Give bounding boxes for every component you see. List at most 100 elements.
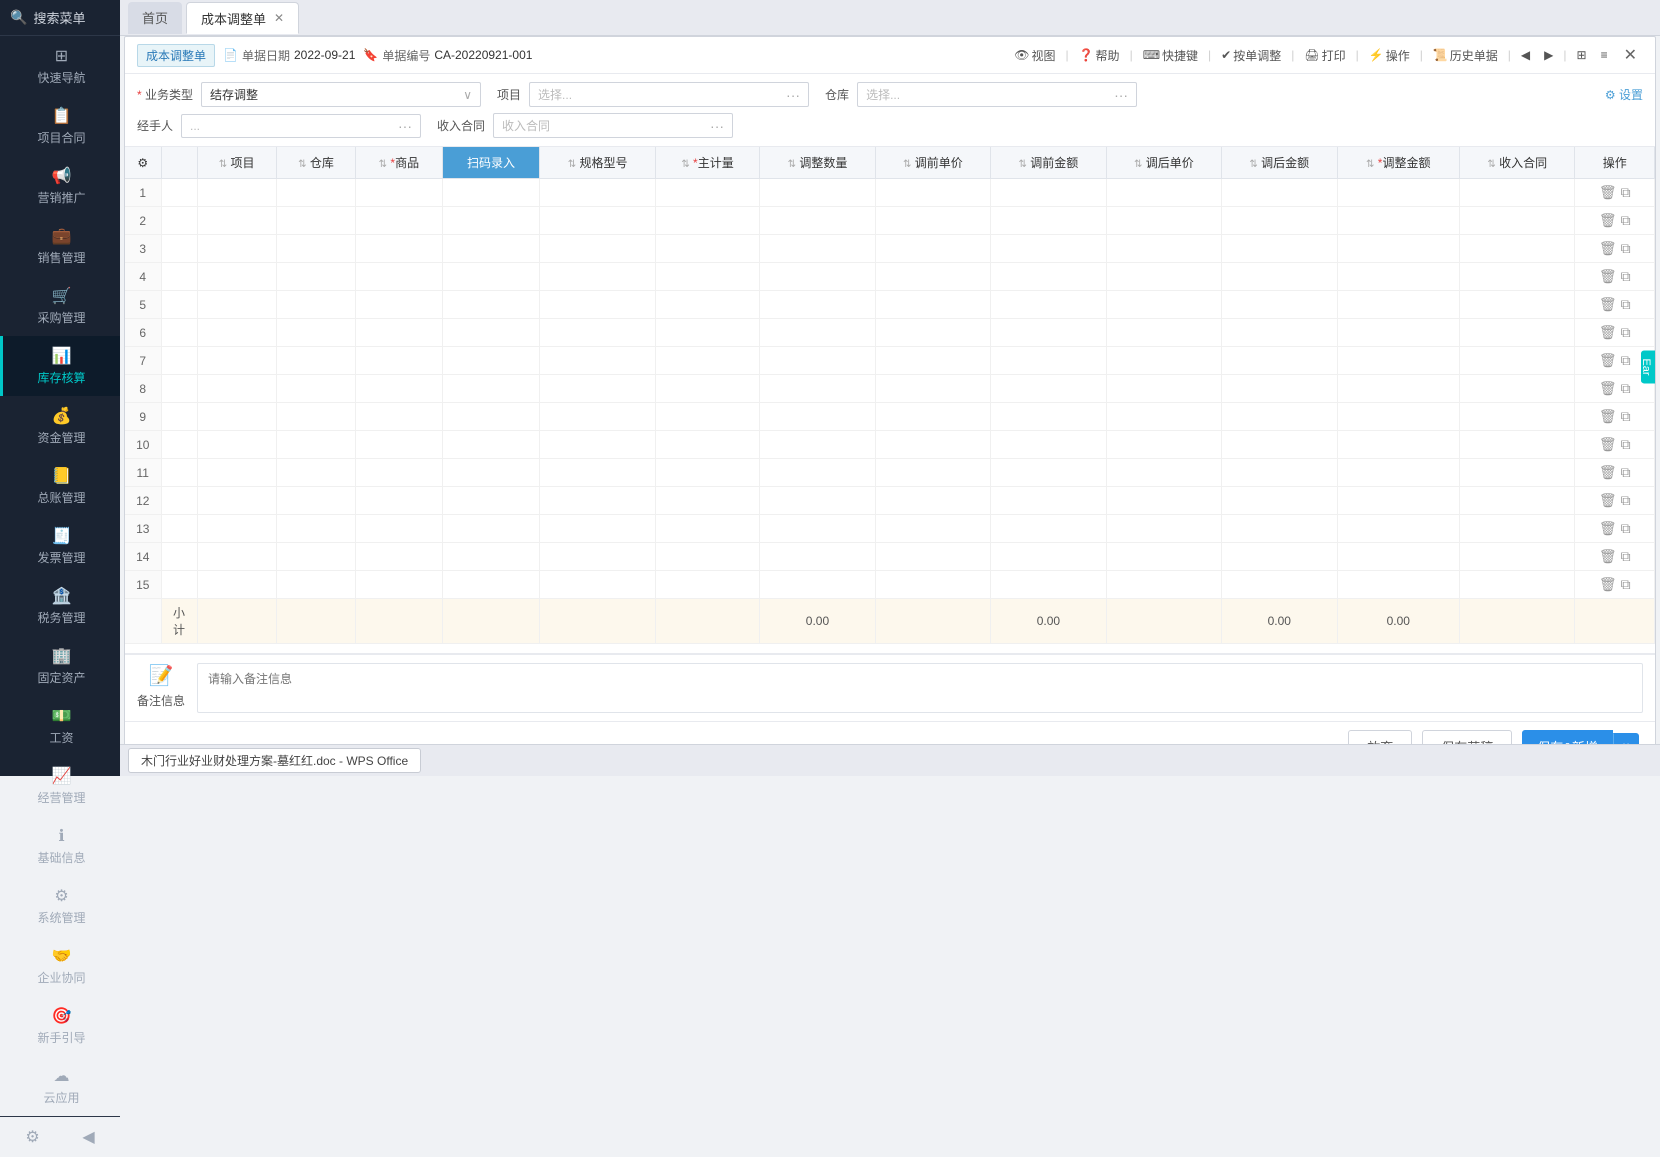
cell[interactable] [1337,487,1459,515]
sidebar-item-ledger-management[interactable]: 📒 总账管理 [0,456,120,516]
cell[interactable] [276,515,355,543]
cell[interactable] [875,235,990,263]
cell[interactable] [1460,319,1575,347]
cell[interactable] [442,347,540,375]
check-adjust-btn[interactable]: ✔ 按单调整 [1217,45,1285,66]
row-actions[interactable]: 🗑⧉ [1575,263,1655,291]
cell[interactable] [655,291,759,319]
cell[interactable] [161,263,197,291]
table-row[interactable]: 4🗑⧉ [125,263,1655,291]
cell[interactable] [1337,403,1459,431]
cell[interactable] [356,207,442,235]
col-product[interactable]: ⇅ *商品 [356,147,442,179]
cell[interactable] [655,375,759,403]
sidebar-item-enterprise-cooperation[interactable]: 🤝 企业协同 [0,936,120,996]
cell[interactable] [540,487,655,515]
delete-row-icon[interactable]: 🗑 [1599,436,1617,452]
cell[interactable] [356,403,442,431]
delete-row-icon[interactable]: 🗑 [1599,548,1617,564]
cell[interactable] [1106,347,1221,375]
copy-row-icon[interactable]: ⧉ [1621,548,1631,564]
cell[interactable] [197,375,276,403]
cell[interactable] [276,459,355,487]
col-pre-amount[interactable]: ⇅ 调前金额 [991,147,1106,179]
cell[interactable] [875,487,990,515]
cell[interactable] [442,263,540,291]
col-spec-type[interactable]: ⇅ 规格型号 [540,147,655,179]
cell[interactable] [875,459,990,487]
cell[interactable] [276,235,355,263]
cell[interactable] [276,431,355,459]
cell[interactable] [760,487,875,515]
cell[interactable] [1460,543,1575,571]
cell[interactable] [1222,487,1337,515]
cell[interactable] [1106,431,1221,459]
cell[interactable] [442,179,540,207]
cell[interactable] [991,459,1106,487]
cell[interactable] [161,403,197,431]
cell[interactable] [1337,543,1459,571]
cell[interactable] [1106,571,1221,599]
row-actions[interactable]: 🗑⧉ [1575,319,1655,347]
cell[interactable] [760,375,875,403]
row-actions[interactable]: 🗑⧉ [1575,515,1655,543]
col-adjust-amount[interactable]: ⇅ *调整金额 [1337,147,1459,179]
cell[interactable] [1337,263,1459,291]
table-row[interactable]: 5🗑⧉ [125,291,1655,319]
taskbar-item[interactable]: 木门行业好业财处理方案-墓红红.doc - WPS Office [128,748,421,773]
cell[interactable] [197,403,276,431]
cell[interactable] [276,207,355,235]
row-actions[interactable]: 🗑⧉ [1575,179,1655,207]
menu-btn[interactable]: ≡ [1597,46,1612,64]
cell[interactable] [875,515,990,543]
cell[interactable] [1337,319,1459,347]
cell[interactable] [760,431,875,459]
cell[interactable] [442,515,540,543]
cell[interactable] [442,291,540,319]
project-input[interactable]: 选择... ··· [529,82,809,107]
cell[interactable] [760,207,875,235]
cell[interactable] [655,319,759,347]
tab-close-icon[interactable]: ✕ [274,11,284,25]
cell[interactable] [1460,179,1575,207]
cell[interactable] [760,291,875,319]
cell[interactable] [655,543,759,571]
table-row[interactable]: 15🗑⧉ [125,571,1655,599]
row-actions[interactable]: 🗑⧉ [1575,571,1655,599]
cell[interactable] [1106,487,1221,515]
settings-bottom-icon[interactable]: ⚙ [25,1127,39,1147]
col-adjust-qty[interactable]: ⇅ 调整数量 [760,147,875,179]
cell[interactable] [1337,207,1459,235]
table-row[interactable]: 3🗑⧉ [125,235,1655,263]
operations-btn[interactable]: ⚡ 操作 [1365,45,1414,66]
nav-prev-btn[interactable]: ◀ [1517,46,1534,64]
cell[interactable] [276,375,355,403]
cell[interactable] [1337,459,1459,487]
cell[interactable] [276,291,355,319]
cell[interactable] [991,431,1106,459]
table-row[interactable]: 7🗑⧉ [125,347,1655,375]
cell[interactable] [1222,543,1337,571]
table-row[interactable]: 1🗑⧉ [125,179,1655,207]
col-settings[interactable]: ⚙ [125,147,161,179]
cell[interactable] [161,235,197,263]
view-btn[interactable]: 👁 视图 [1010,45,1059,66]
cell[interactable] [991,515,1106,543]
row-actions[interactable]: 🗑⧉ [1575,291,1655,319]
warehouse-input[interactable]: 选择... ··· [857,82,1137,107]
cell[interactable] [161,375,197,403]
cell[interactable] [1106,403,1221,431]
row-actions[interactable]: 🗑⧉ [1575,403,1655,431]
cell[interactable] [161,207,197,235]
nav-next-btn[interactable]: ▶ [1540,46,1557,64]
shortcut-btn[interactable]: ⌨ 快捷键 [1139,45,1202,66]
cell[interactable] [1106,459,1221,487]
col-project[interactable]: ⇅ 项目 [197,147,276,179]
cell[interactable] [655,347,759,375]
cell[interactable] [1460,207,1575,235]
cell[interactable] [875,543,990,571]
cell[interactable] [1106,263,1221,291]
cell[interactable] [540,235,655,263]
settings-area[interactable]: ⚙ 设置 [1605,86,1643,103]
col-post-amount[interactable]: ⇅ 调后金额 [1222,147,1337,179]
